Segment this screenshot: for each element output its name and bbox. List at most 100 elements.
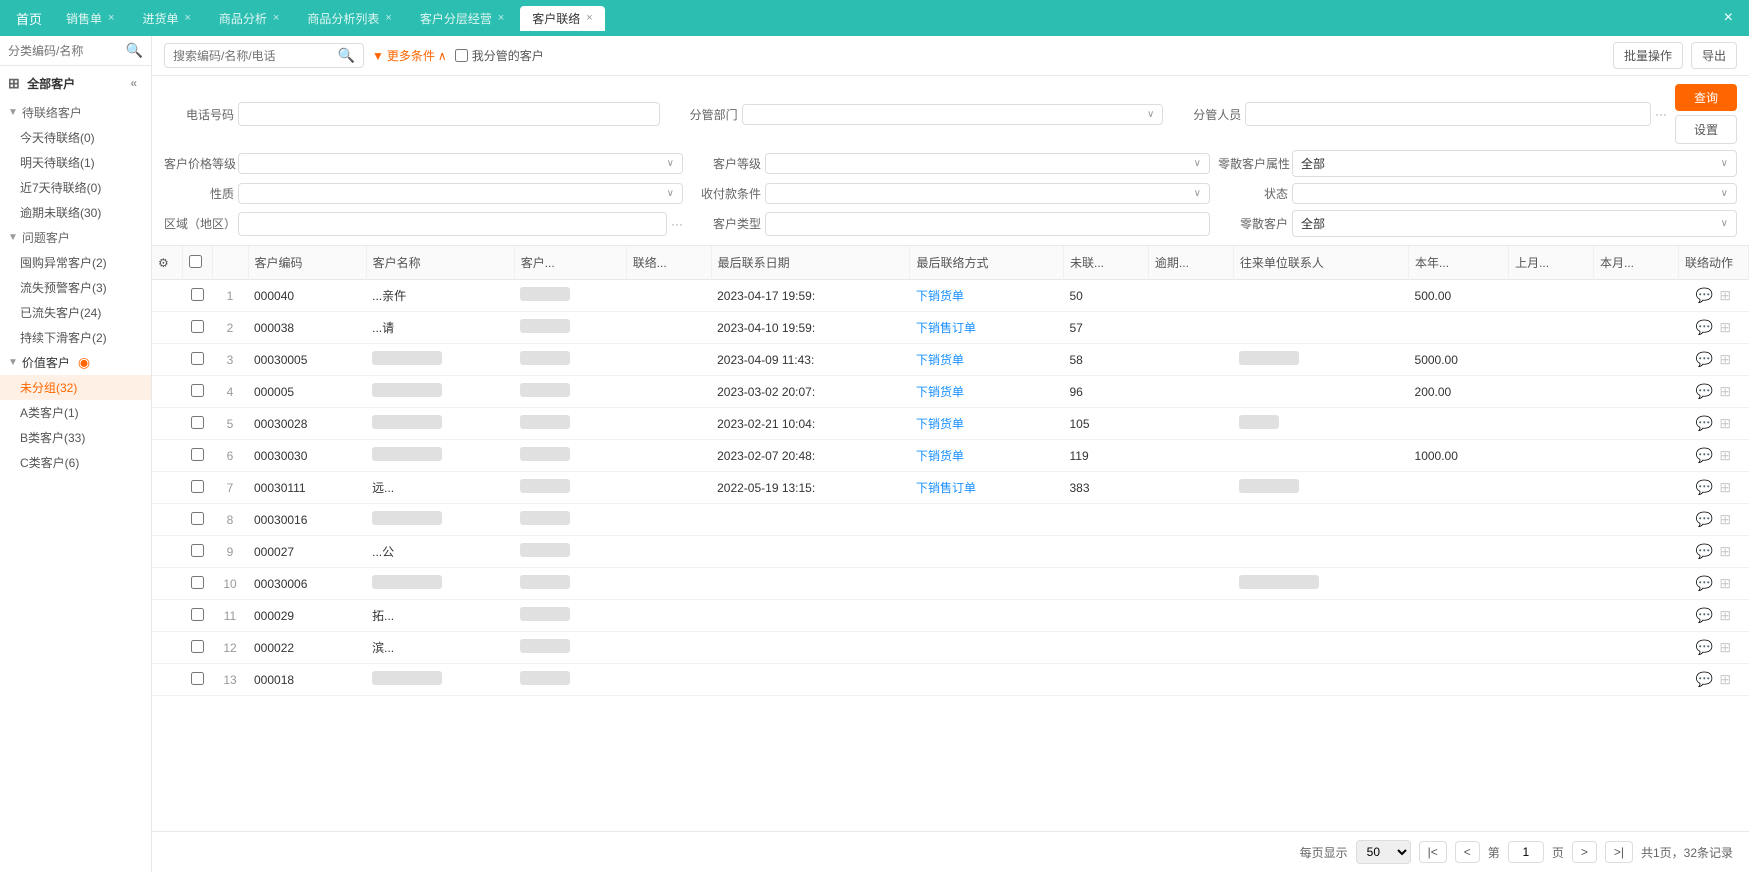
status-select[interactable]: ∨ xyxy=(1292,183,1737,204)
main-search-input[interactable] xyxy=(173,49,334,63)
prev-page-btn[interactable]: < xyxy=(1455,841,1480,863)
region-dots[interactable]: ··· xyxy=(671,217,683,231)
sidebar-item-tomorrow-pending[interactable]: 明天待联络(1) xyxy=(0,150,151,175)
phone-input[interactable] xyxy=(238,102,660,126)
row-checkbox[interactable] xyxy=(191,640,204,653)
chat-icon[interactable]: 💬 xyxy=(1696,575,1713,592)
price-level-select[interactable]: ∨ xyxy=(238,153,683,174)
chat-icon[interactable]: 💬 xyxy=(1696,607,1713,624)
contact-way-link[interactable]: 下销货单 xyxy=(916,289,964,303)
sidebar-item-abnormal[interactable]: 囤购异常客户(2) xyxy=(0,250,151,275)
sidebar-item-today-pending[interactable]: 今天待联络(0) xyxy=(0,125,151,150)
page-number-input[interactable] xyxy=(1508,841,1544,863)
export-button[interactable]: 导出 xyxy=(1691,42,1737,69)
close-customer-contact-tab[interactable]: × xyxy=(586,12,592,24)
sidebar-search-icon[interactable]: 🔍 xyxy=(126,42,143,59)
value-section-title[interactable]: ▼ 价值客户 ◉ xyxy=(0,350,151,375)
reset-button[interactable]: 设置 xyxy=(1675,115,1737,144)
settings-gear-icon[interactable]: ⚙ xyxy=(158,256,169,270)
chat-icon[interactable]: 💬 xyxy=(1696,671,1713,688)
problem-section-title[interactable]: ▼ 问题客户 xyxy=(0,225,151,250)
grid-action-icon[interactable]: ⊞ xyxy=(1719,511,1731,528)
contact-way-link[interactable]: 下销货单 xyxy=(916,353,964,367)
grid-action-icon[interactable]: ⊞ xyxy=(1719,287,1731,304)
grid-action-icon[interactable]: ⊞ xyxy=(1719,447,1731,464)
row-checkbox[interactable] xyxy=(191,448,204,461)
chat-icon[interactable]: 💬 xyxy=(1696,383,1713,400)
grid-action-icon[interactable]: ⊞ xyxy=(1719,671,1731,688)
chat-icon[interactable]: 💬 xyxy=(1696,543,1713,560)
grid-action-icon[interactable]: ⊞ xyxy=(1719,319,1731,336)
sidebar-item-7days-pending[interactable]: 近7天待联络(0) xyxy=(0,175,151,200)
sidebar-item-ungrouped[interactable]: 未分组(32) xyxy=(0,375,151,400)
chat-icon[interactable]: 💬 xyxy=(1696,639,1713,656)
region-input[interactable] xyxy=(238,212,667,236)
row-checkbox[interactable] xyxy=(191,352,204,365)
tab-product-analysis[interactable]: 商品分析 × xyxy=(207,6,291,31)
last-page-btn[interactable]: >| xyxy=(1605,841,1633,863)
grid-action-icon[interactable]: ⊞ xyxy=(1719,479,1731,496)
row-checkbox[interactable] xyxy=(191,384,204,397)
sidebar-item-overdue-contact[interactable]: 逾期未联络(30) xyxy=(0,200,151,225)
row-checkbox[interactable] xyxy=(191,480,204,493)
row-checkbox[interactable] xyxy=(191,608,204,621)
grid-action-icon[interactable]: ⊞ xyxy=(1719,415,1731,432)
select-all-checkbox[interactable] xyxy=(189,255,202,268)
first-page-btn[interactable]: |< xyxy=(1419,841,1447,863)
tab-sales[interactable]: 销售单 × xyxy=(54,6,126,31)
all-customers-header[interactable]: ⊞ 全部客户 « xyxy=(0,66,151,100)
more-conditions-btn[interactable]: ▼ 更多条件 ∧ xyxy=(372,47,447,64)
chat-icon[interactable]: 💬 xyxy=(1696,287,1713,304)
grid-action-icon[interactable]: ⊞ xyxy=(1719,351,1731,368)
home-tab[interactable]: 首页 xyxy=(8,5,50,32)
person-dots[interactable]: ··· xyxy=(1655,107,1667,121)
sidebar-item-class-b[interactable]: B类客户(33) xyxy=(0,425,151,450)
chat-icon[interactable]: 💬 xyxy=(1696,415,1713,432)
nature-select[interactable]: ∨ xyxy=(238,183,683,204)
col-settings[interactable]: ⚙ xyxy=(152,246,182,280)
close-all-tabs[interactable]: × xyxy=(1716,5,1741,31)
grid-action-icon[interactable]: ⊞ xyxy=(1719,575,1731,592)
chat-icon[interactable]: 💬 xyxy=(1696,479,1713,496)
row-checkbox[interactable] xyxy=(191,512,204,525)
row-checkbox[interactable] xyxy=(191,416,204,429)
grid-action-icon[interactable]: ⊞ xyxy=(1719,543,1731,560)
row-checkbox[interactable] xyxy=(191,320,204,333)
contact-way-link[interactable]: 下销售订单 xyxy=(916,481,976,495)
sidebar-collapse-btn[interactable]: « xyxy=(124,72,143,94)
sidebar-item-declining[interactable]: 持续下滑客户(2) xyxy=(0,325,151,350)
tab-customer-contact[interactable]: 客户联络 × xyxy=(520,6,604,31)
chat-icon[interactable]: 💬 xyxy=(1696,319,1713,336)
close-sales-tab[interactable]: × xyxy=(108,12,114,24)
grid-action-icon[interactable]: ⊞ xyxy=(1719,607,1731,624)
contact-way-link[interactable]: 下销货单 xyxy=(916,385,964,399)
sidebar-item-class-a[interactable]: A类客户(1) xyxy=(0,400,151,425)
sidebar-search-input[interactable] xyxy=(8,44,122,58)
chat-icon[interactable]: 💬 xyxy=(1696,447,1713,464)
close-product-analysis-tab[interactable]: × xyxy=(273,12,279,24)
main-search-icon[interactable]: 🔍 xyxy=(338,47,355,64)
refresh-icon[interactable]: ◉ xyxy=(78,354,90,371)
dept-select[interactable]: ∨ xyxy=(742,104,1164,125)
sparse-attr-select[interactable]: 全部 ∨ xyxy=(1292,150,1737,177)
tab-purchase[interactable]: 进货单 × xyxy=(130,6,202,31)
customer-level-select[interactable]: ∨ xyxy=(765,153,1210,174)
row-checkbox[interactable] xyxy=(191,672,204,685)
close-product-analysis-list-tab[interactable]: × xyxy=(385,12,391,24)
sidebar-item-class-c[interactable]: C类客户(6) xyxy=(0,450,151,475)
sparse-select[interactable]: 全部 ∨ xyxy=(1292,210,1737,237)
next-page-btn[interactable]: > xyxy=(1572,841,1597,863)
tab-product-analysis-list[interactable]: 商品分析列表 × xyxy=(295,6,403,31)
customer-type-input[interactable] xyxy=(765,212,1210,236)
query-button[interactable]: 查询 xyxy=(1675,84,1737,111)
sidebar-item-churned[interactable]: 已流失客户(24) xyxy=(0,300,151,325)
my-customers-checkbox[interactable]: 我分管的客户 xyxy=(455,47,544,64)
grid-action-icon[interactable]: ⊞ xyxy=(1719,639,1731,656)
contact-way-link[interactable]: 下销售订单 xyxy=(916,321,976,335)
chat-icon[interactable]: 💬 xyxy=(1696,511,1713,528)
close-customer-segment-tab[interactable]: × xyxy=(498,12,504,24)
row-checkbox[interactable] xyxy=(191,288,204,301)
contact-way-link[interactable]: 下销货单 xyxy=(916,449,964,463)
sidebar-item-churn-warning[interactable]: 流失预警客户(3) xyxy=(0,275,151,300)
payment-select[interactable]: ∨ xyxy=(765,183,1210,204)
